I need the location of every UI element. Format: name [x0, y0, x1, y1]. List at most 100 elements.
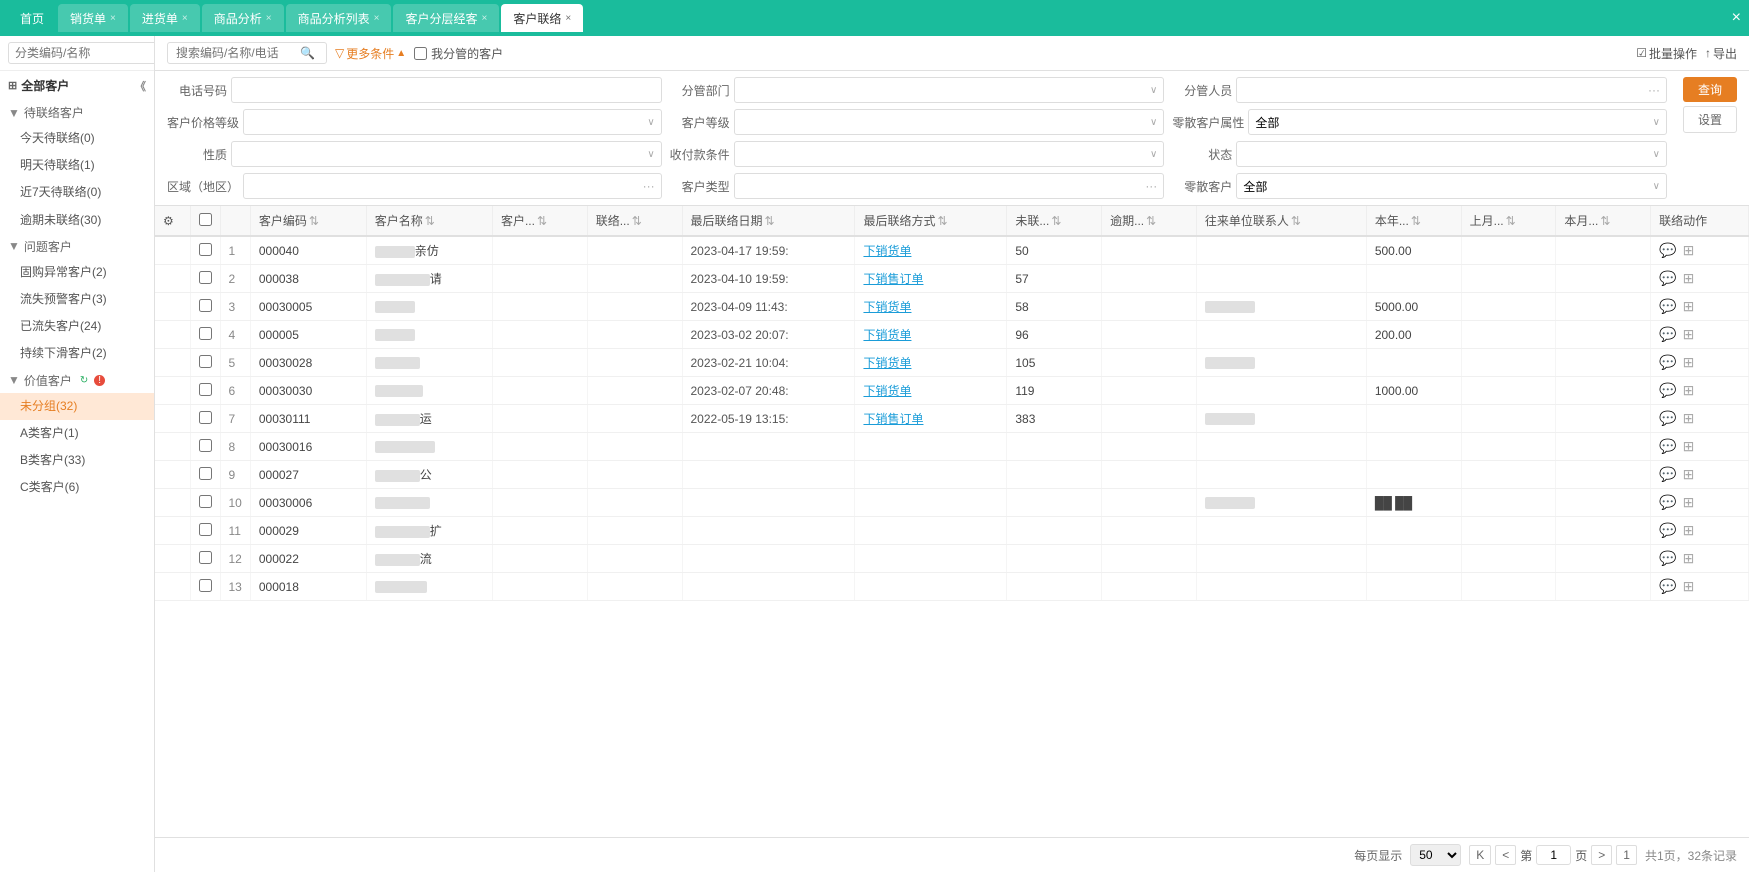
grid-action-icon[interactable]: ⊞	[1683, 382, 1695, 399]
message-action-icon[interactable]: 💬	[1659, 326, 1676, 343]
all-customers-header[interactable]: ⊞ 全部客户 《	[0, 71, 154, 100]
filter-region-input[interactable]: ···	[243, 173, 662, 199]
message-action-icon[interactable]: 💬	[1659, 354, 1676, 371]
row-checkbox[interactable]	[199, 411, 212, 424]
tab-customer-contact[interactable]: 客户联络 ×	[501, 4, 583, 32]
tab-analysis[interactable]: 商品分析 ×	[202, 4, 284, 32]
col-overdue[interactable]: 逾期...⇅	[1102, 206, 1197, 236]
sidebar-item-tomorrow[interactable]: 明天待联络(1)	[0, 152, 154, 179]
grid-action-icon[interactable]: ⊞	[1683, 438, 1695, 455]
reset-button[interactable]: 设置	[1683, 106, 1737, 133]
refresh-icon[interactable]: ↻	[80, 375, 88, 386]
grid-action-icon[interactable]: ⊞	[1683, 522, 1695, 539]
cell-last-contact-method[interactable]: 下销货单	[855, 349, 1007, 377]
contact-method-link[interactable]: 下销货单	[863, 384, 911, 398]
contact-method-link[interactable]: 下销货单	[863, 328, 911, 342]
cell-checkbox[interactable]	[190, 321, 220, 349]
cell-last-contact-method[interactable]: 下销售订单	[855, 265, 1007, 293]
row-checkbox[interactable]	[199, 495, 212, 508]
close-customer-seg-tab-icon[interactable]: ×	[481, 13, 487, 24]
message-action-icon[interactable]: 💬	[1659, 438, 1676, 455]
filter-payment-input[interactable]: ∨	[734, 141, 1165, 167]
cell-checkbox[interactable]	[190, 349, 220, 377]
cell-checkbox[interactable]	[190, 377, 220, 405]
cell-checkbox[interactable]	[190, 433, 220, 461]
row-checkbox[interactable]	[199, 383, 212, 396]
filter-customer-grade-input[interactable]: ∨	[734, 109, 1165, 135]
close-analysis-tab-icon[interactable]: ×	[266, 13, 272, 24]
filter-dept-input[interactable]: ∨	[734, 77, 1165, 103]
message-action-icon[interactable]: 💬	[1659, 410, 1676, 427]
cell-last-contact-method[interactable]	[855, 517, 1007, 545]
sidebar-item-overdue[interactable]: 逾期未联络(30)	[0, 207, 154, 234]
tab-sales[interactable]: 销货单 ×	[58, 4, 128, 32]
contact-method-link[interactable]: 下销货单	[863, 244, 911, 258]
cell-checkbox[interactable]	[190, 461, 220, 489]
col-type[interactable]: 客户...⇅	[492, 206, 587, 236]
col-no-contact[interactable]: 未联...⇅	[1007, 206, 1102, 236]
export-btn[interactable]: ↑ 导出	[1705, 45, 1737, 62]
page-number-input[interactable]	[1536, 845, 1571, 865]
sidebar-item-today[interactable]: 今天待联络(0)	[0, 125, 154, 152]
first-page-btn[interactable]: K	[1469, 845, 1491, 865]
sidebar-item-class-c[interactable]: C类客户(6)	[0, 474, 154, 501]
tab-customer-seg[interactable]: 客户分层经客 ×	[393, 4, 499, 32]
grid-action-icon[interactable]: ⊞	[1683, 494, 1695, 511]
contact-method-link[interactable]: 下销售订单	[863, 272, 923, 286]
contact-method-link[interactable]: 下销货单	[863, 356, 911, 370]
grid-action-icon[interactable]: ⊞	[1683, 242, 1695, 259]
tab-home[interactable]: 首页	[8, 4, 56, 32]
row-checkbox[interactable]	[199, 467, 212, 480]
tab-analysis-list[interactable]: 商品分析列表 ×	[286, 4, 392, 32]
sidebar-item-7days[interactable]: 近7天待联络(0)	[0, 179, 154, 206]
sidebar-item-class-a[interactable]: A类客户(1)	[0, 420, 154, 447]
cell-last-contact-method[interactable]	[855, 461, 1007, 489]
message-action-icon[interactable]: 💬	[1659, 494, 1676, 511]
cell-checkbox[interactable]	[190, 405, 220, 433]
close-sales-tab-icon[interactable]: ×	[110, 13, 116, 24]
filter-customer-type-input[interactable]: ···	[734, 173, 1165, 199]
message-action-icon[interactable]: 💬	[1659, 522, 1676, 539]
grid-action-icon[interactable]: ⊞	[1683, 550, 1695, 567]
grid-action-icon[interactable]: ⊞	[1683, 298, 1695, 315]
sidebar-item-class-b[interactable]: B类客户(33)	[0, 447, 154, 474]
sidebar-item-churned[interactable]: 已流失客户(24)	[0, 313, 154, 340]
sidebar-item-ungroup[interactable]: 未分组(32)	[0, 393, 154, 420]
col-this-year[interactable]: 本年...⇅	[1366, 206, 1461, 236]
message-action-icon[interactable]: 💬	[1659, 270, 1676, 287]
grid-action-icon[interactable]: ⊞	[1683, 270, 1695, 287]
filter-scatter-attr-input[interactable]: 全部∨	[1248, 109, 1667, 135]
sidebar-search-input[interactable]	[8, 42, 155, 64]
close-analysis-list-tab-icon[interactable]: ×	[374, 13, 380, 24]
cell-checkbox[interactable]	[190, 573, 220, 601]
section-problem-customers[interactable]: ▼ 问题客户	[0, 234, 154, 259]
filter-status-input[interactable]: ∨	[1236, 141, 1667, 167]
row-checkbox[interactable]	[199, 299, 212, 312]
cell-checkbox[interactable]	[190, 489, 220, 517]
last-page-btn[interactable]: 1	[1616, 845, 1637, 865]
window-close-icon[interactable]: ×	[1732, 9, 1741, 27]
col-last-contact-date[interactable]: 最后联络日期⇅	[682, 206, 855, 236]
section-pending-contact[interactable]: ▼ 待联络客户	[0, 100, 154, 125]
row-checkbox[interactable]	[199, 327, 212, 340]
sidebar-item-declining[interactable]: 持续下滑客户(2)	[0, 340, 154, 367]
cell-last-contact-method[interactable]	[855, 433, 1007, 461]
row-checkbox[interactable]	[199, 243, 212, 256]
col-settings[interactable]: ⚙	[155, 206, 190, 236]
col-checkbox[interactable]	[190, 206, 220, 236]
contact-method-link[interactable]: 下销货单	[863, 300, 911, 314]
grid-action-icon[interactable]: ⊞	[1683, 326, 1695, 343]
filter-price-grade-input[interactable]: ∨	[243, 109, 662, 135]
grid-action-icon[interactable]: ⊞	[1683, 354, 1695, 371]
col-this-month[interactable]: 本月...⇅	[1556, 206, 1651, 236]
row-checkbox[interactable]	[199, 579, 212, 592]
main-search-input[interactable]	[176, 46, 296, 60]
cell-last-contact-method[interactable]: 下销货单	[855, 321, 1007, 349]
col-name[interactable]: 客户名称⇅	[366, 206, 492, 236]
close-customer-contact-tab-icon[interactable]: ×	[565, 13, 571, 24]
select-all-checkbox[interactable]	[199, 213, 212, 226]
tab-purchase[interactable]: 进货单 ×	[130, 4, 200, 32]
contact-method-link[interactable]: 下销售订单	[863, 412, 923, 426]
message-action-icon[interactable]: 💬	[1659, 242, 1676, 259]
more-conditions-btn[interactable]: ▽ 更多条件 ▲	[335, 45, 406, 62]
